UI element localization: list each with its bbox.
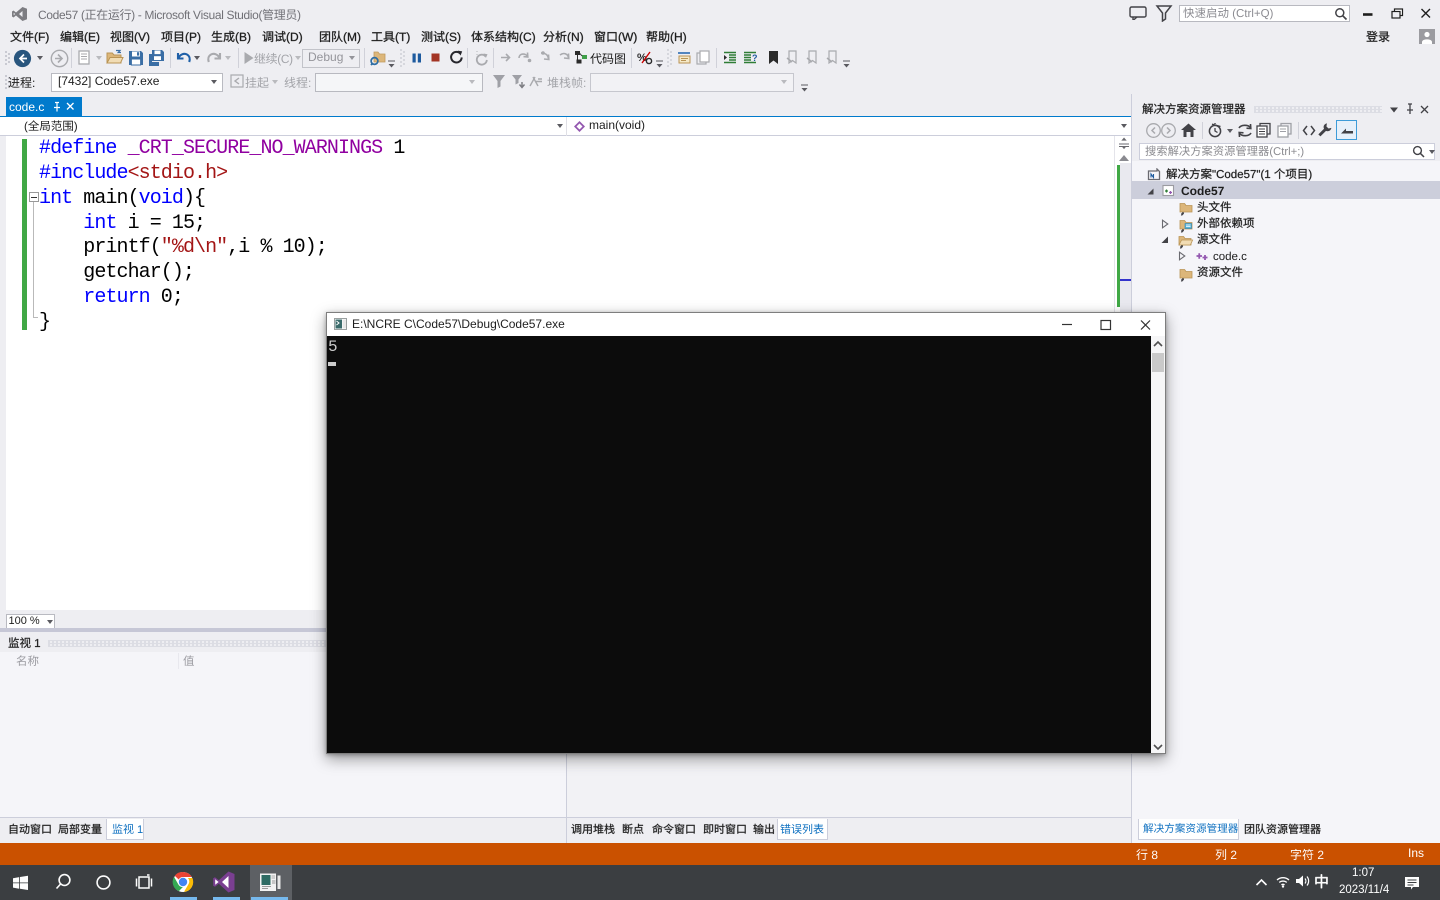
svg-text:?: ?: [752, 53, 758, 63]
